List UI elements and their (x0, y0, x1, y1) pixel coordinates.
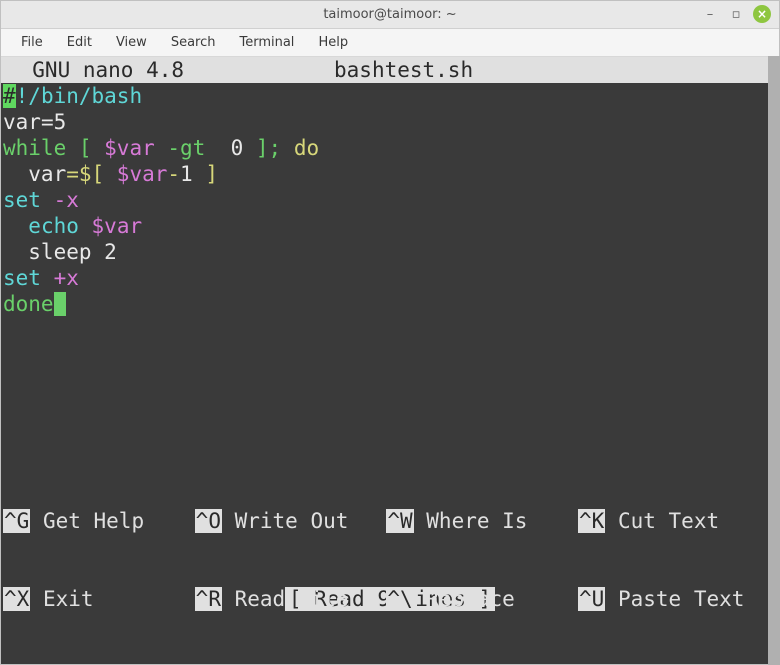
menu-view[interactable]: View (104, 31, 159, 54)
shortcut-row-2: ^X Exit ^R Read File ^\ Replace ^U Paste… (3, 586, 777, 612)
close-button[interactable]: × (753, 5, 771, 23)
key-read-file[interactable]: ^R (195, 587, 222, 611)
code-line-8[interactable]: set +x (3, 265, 777, 291)
window-controls: – ▫ × (701, 5, 771, 23)
terminal-area[interactable]: GNU nano 4.8 bashtest.sh #!/bin/bash var… (1, 57, 779, 664)
editor-content[interactable]: #!/bin/bash var=5 while [ $var -gt 0 ]; … (1, 83, 779, 317)
key-where-is[interactable]: ^W (386, 509, 413, 533)
shortcut-row-1: ^G Get Help ^O Write Out ^W Where Is ^K … (3, 508, 777, 534)
vertical-scrollbar[interactable] (768, 56, 780, 665)
minimize-button[interactable]: – (701, 5, 719, 23)
menu-help[interactable]: Help (306, 31, 360, 54)
code-line-9[interactable]: done (3, 291, 777, 317)
window-title: taimoor@taimoor: ~ (323, 7, 456, 22)
nano-header: GNU nano 4.8 bashtest.sh (1, 57, 779, 83)
scrollbar-thumb[interactable] (768, 56, 780, 665)
code-line-6[interactable]: echo $var (3, 213, 777, 239)
terminal-window: taimoor@taimoor: ~ – ▫ × File Edit View … (0, 0, 780, 665)
key-get-help[interactable]: ^G (3, 509, 30, 533)
nano-app-name: GNU nano 4.8 (7, 57, 184, 83)
key-write-out[interactable]: ^O (195, 509, 222, 533)
nano-filename: bashtest.sh (184, 57, 773, 83)
code-line-7[interactable]: sleep 2 (3, 239, 777, 265)
code-line-3[interactable]: while [ $var -gt 0 ]; do (3, 135, 777, 161)
window-titlebar[interactable]: taimoor@taimoor: ~ – ▫ × (1, 1, 779, 29)
maximize-button[interactable]: ▫ (727, 5, 745, 23)
code-line-1[interactable]: #!/bin/bash (3, 83, 777, 109)
menu-terminal[interactable]: Terminal (227, 31, 306, 54)
code-line-4[interactable]: var=$[ $var-1 ] (3, 161, 777, 187)
menu-file[interactable]: File (9, 31, 55, 54)
menu-search[interactable]: Search (159, 31, 228, 54)
nano-shortcuts: ^G Get Help ^O Write Out ^W Where Is ^K … (1, 456, 779, 664)
code-line-5[interactable]: set -x (3, 187, 777, 213)
text-cursor (54, 292, 66, 316)
key-paste-text[interactable]: ^U (578, 587, 605, 611)
key-replace[interactable]: ^\ (386, 587, 413, 611)
key-exit[interactable]: ^X (3, 587, 30, 611)
code-line-2[interactable]: var=5 (3, 109, 777, 135)
key-cut-text[interactable]: ^K (578, 509, 605, 533)
menubar: File Edit View Search Terminal Help (1, 29, 779, 57)
menu-edit[interactable]: Edit (55, 31, 104, 54)
